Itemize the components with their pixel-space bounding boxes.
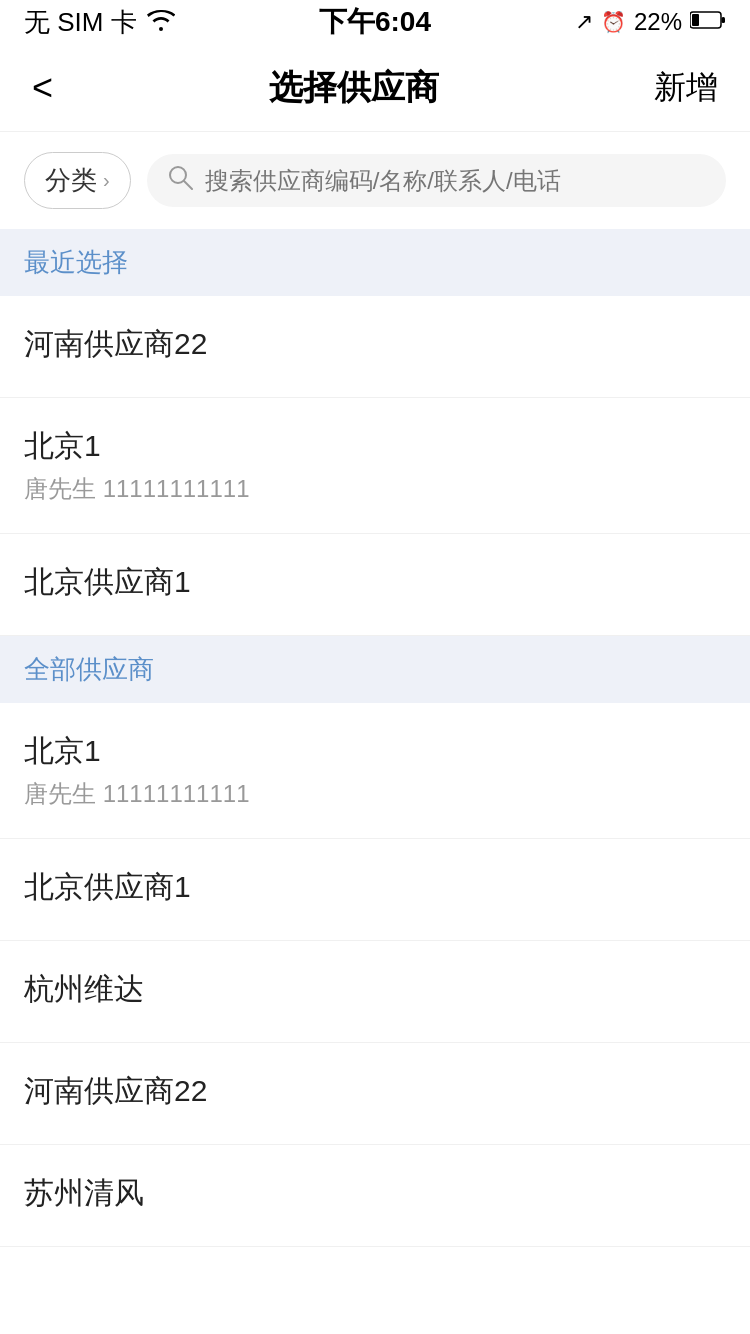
section-header-recent: 最近选择	[0, 229, 750, 296]
list-item[interactable]: 北京1 唐先生 11111111111	[0, 703, 750, 839]
category-filter-button[interactable]: 分类 ›	[24, 152, 131, 209]
status-left: 无 SIM 卡	[24, 5, 175, 40]
list-item-name: 北京1	[24, 426, 726, 467]
svg-rect-1	[722, 17, 726, 23]
status-bar: 无 SIM 卡 下午6:04 ↗ ⏰ 22%	[0, 0, 750, 44]
list-item-subtitle: 唐先生 11111111111	[24, 473, 726, 505]
list-item[interactable]: 苏州清风	[0, 1145, 750, 1247]
list-item-name: 北京供应商1	[24, 867, 726, 908]
list-item-name: 苏州清风	[24, 1173, 726, 1214]
search-icon	[167, 164, 193, 197]
no-sim-text: 无 SIM 卡	[24, 5, 137, 40]
list-item-subtitle: 唐先生 11111111111	[24, 778, 726, 810]
battery-icon	[690, 8, 726, 36]
list-item-name: 北京1	[24, 731, 726, 772]
list-item[interactable]: 北京供应商1	[0, 839, 750, 941]
category-label: 分类	[45, 163, 97, 198]
list-item[interactable]: 河南供应商22	[0, 296, 750, 398]
list-item[interactable]: 北京1 唐先生 11111111111	[0, 398, 750, 534]
section-header-all: 全部供应商	[0, 636, 750, 703]
supplier-list: 最近选择河南供应商22 北京1 唐先生 11111111111 北京供应商1 全部供应商…	[0, 229, 750, 1247]
status-time: 下午6:04	[319, 3, 431, 41]
battery-percent: 22%	[634, 8, 682, 36]
list-item-name: 杭州维达	[24, 969, 726, 1010]
status-right: ↗ ⏰ 22%	[575, 8, 726, 36]
location-icon: ↗	[575, 9, 593, 35]
wifi-icon	[147, 7, 175, 38]
section-header-text-all: 全部供应商	[24, 654, 154, 684]
search-bar	[147, 154, 726, 207]
svg-rect-2	[692, 14, 699, 26]
chevron-right-icon: ›	[103, 169, 110, 192]
search-input[interactable]	[205, 167, 706, 195]
list-item-name: 北京供应商1	[24, 562, 726, 603]
list-item-name: 河南供应商22	[24, 324, 726, 365]
list-item-name: 河南供应商22	[24, 1071, 726, 1112]
list-item[interactable]: 河南供应商22	[0, 1043, 750, 1145]
back-button[interactable]: <	[32, 70, 53, 106]
svg-line-4	[184, 181, 192, 189]
alarm-icon: ⏰	[601, 10, 626, 34]
section-header-text-recent: 最近选择	[24, 247, 128, 277]
page-title: 选择供应商	[53, 65, 654, 111]
nav-bar: < 选择供应商 新增	[0, 44, 750, 132]
filter-bar: 分类 ›	[0, 132, 750, 229]
add-button[interactable]: 新增	[654, 66, 718, 110]
list-item[interactable]: 北京供应商1	[0, 534, 750, 636]
list-item[interactable]: 杭州维达	[0, 941, 750, 1043]
